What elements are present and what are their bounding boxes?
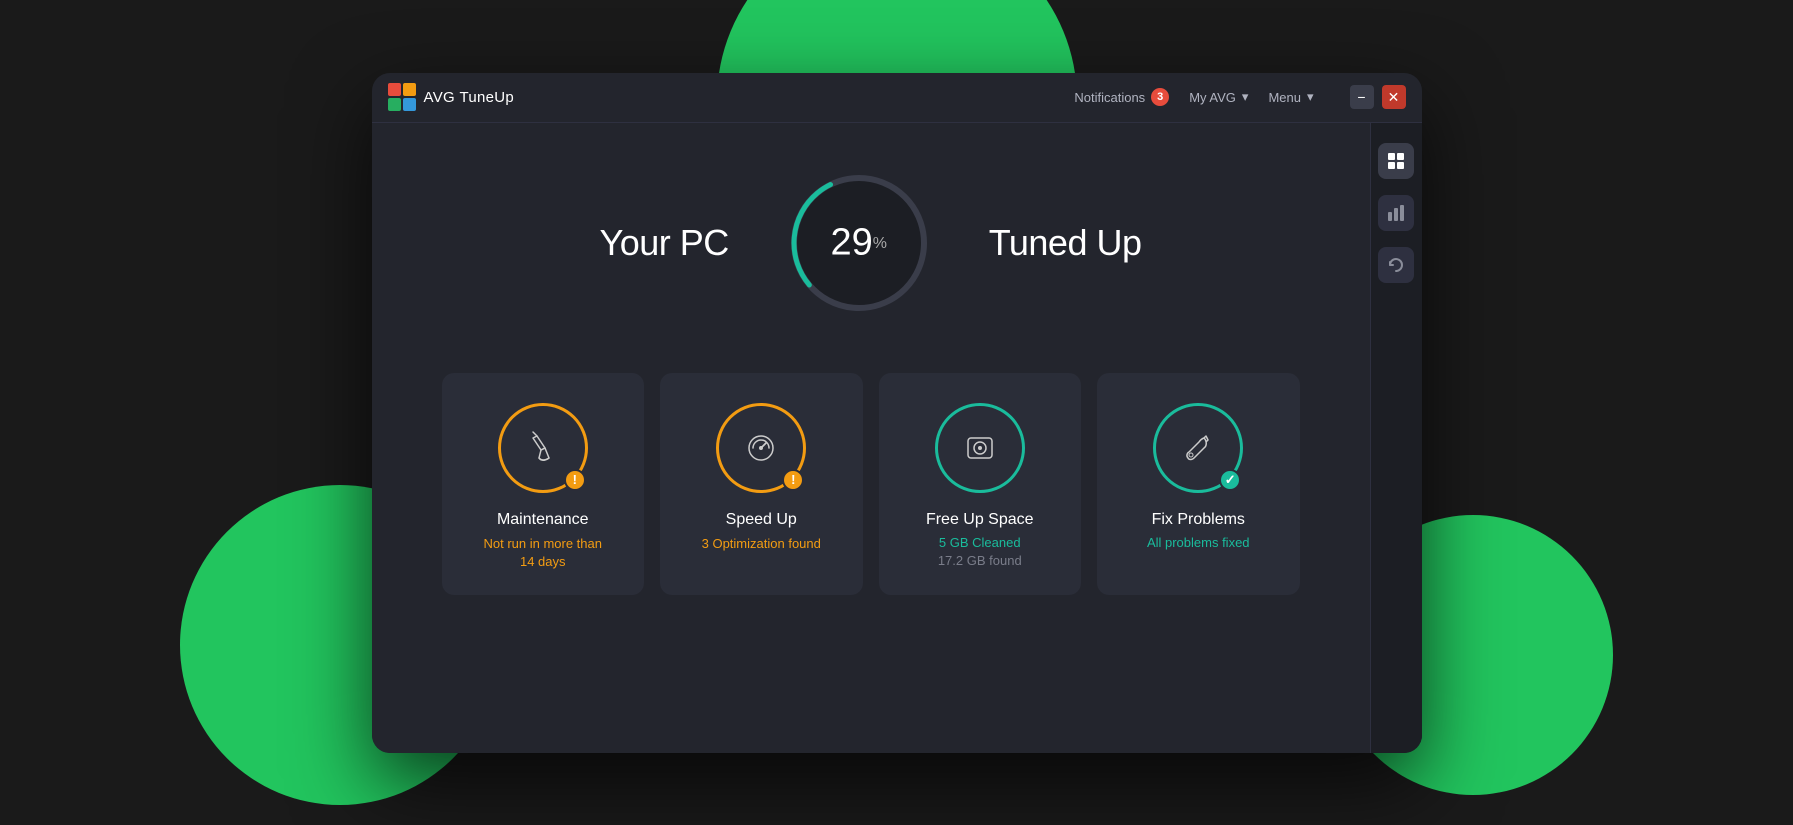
fixproblems-icon-wrap: ✓ [1153, 403, 1243, 493]
fixproblems-card[interactable]: ✓ Fix Problems All problems fixed [1097, 373, 1300, 595]
logo-area: AVG TuneUp [388, 83, 515, 111]
bar-chart-icon [1387, 204, 1405, 222]
grid-view-button[interactable] [1378, 143, 1414, 179]
notifications-button[interactable]: Notifications 3 [1074, 88, 1169, 106]
speedometer-icon [741, 428, 781, 468]
freeup-title: Free Up Space [926, 511, 1034, 529]
fixproblems-subtitle: All problems fixed [1147, 535, 1250, 550]
menu-button[interactable]: Menu ▾ [1268, 89, 1313, 105]
speedup-card[interactable]: ! Speed Up 3 Optimization found [660, 373, 863, 595]
speedup-subtitle: 3 Optimization found [702, 535, 821, 553]
disk-icon [960, 428, 1000, 468]
maintenance-warning-badge: ! [564, 469, 586, 491]
side-panel [1370, 123, 1422, 753]
broom-icon [523, 428, 563, 468]
score-number: 29% [830, 221, 887, 264]
minimize-button[interactable]: − [1350, 85, 1374, 109]
cards-section: ! Maintenance Not run in more than 14 da… [442, 373, 1300, 595]
scene: AVG TuneUp Notifications 3 My AVG ▾ Menu… [0, 0, 1793, 825]
refresh-button[interactable] [1378, 247, 1414, 283]
chart-view-button[interactable] [1378, 195, 1414, 231]
speedup-title: Speed Up [726, 511, 797, 529]
content-area: Your PC 29% Tuned Up [372, 123, 1370, 753]
wrench-icon [1178, 428, 1218, 468]
avg-logo [388, 83, 416, 111]
grid-icon [1387, 152, 1405, 170]
fixproblems-title: Fix Problems [1152, 511, 1245, 529]
maintenance-title: Maintenance [497, 511, 589, 529]
title-bar: AVG TuneUp Notifications 3 My AVG ▾ Menu… [372, 73, 1422, 123]
main-content: Your PC 29% Tuned Up [372, 123, 1422, 753]
fixproblems-success-badge: ✓ [1219, 469, 1241, 491]
maintenance-subtitle: Not run in more than 14 days [483, 535, 602, 571]
window-controls: − ✕ [1350, 85, 1406, 109]
notifications-badge: 3 [1151, 88, 1169, 106]
score-suffix: Tuned Up [989, 222, 1142, 264]
speedup-warning-badge: ! [782, 469, 804, 491]
freeup-card[interactable]: Free Up Space 5 GB Cleaned 17.2 GB found [879, 373, 1082, 595]
title-bar-right: Notifications 3 My AVG ▾ Menu ▾ − ✕ [1074, 85, 1405, 109]
score-prefix: Your PC [599, 222, 728, 264]
myavg-button[interactable]: My AVG ▾ [1189, 89, 1248, 105]
maintenance-icon-wrap: ! [498, 403, 588, 493]
refresh-icon [1387, 256, 1405, 274]
score-circle: 29% [779, 163, 939, 323]
freeup-icon-wrap [935, 403, 1025, 493]
freeup-icon-circle [935, 403, 1025, 493]
close-button[interactable]: ✕ [1382, 85, 1406, 109]
score-section: Your PC 29% Tuned Up [599, 163, 1141, 323]
freeup-subtitle-found: 17.2 GB found [938, 553, 1022, 568]
freeup-subtitle-cleaned: 5 GB Cleaned [939, 535, 1021, 550]
laptop-window: AVG TuneUp Notifications 3 My AVG ▾ Menu… [372, 73, 1422, 753]
app-name: AVG TuneUp [424, 89, 515, 106]
speedup-icon-wrap: ! [716, 403, 806, 493]
maintenance-card[interactable]: ! Maintenance Not run in more than 14 da… [442, 373, 645, 595]
